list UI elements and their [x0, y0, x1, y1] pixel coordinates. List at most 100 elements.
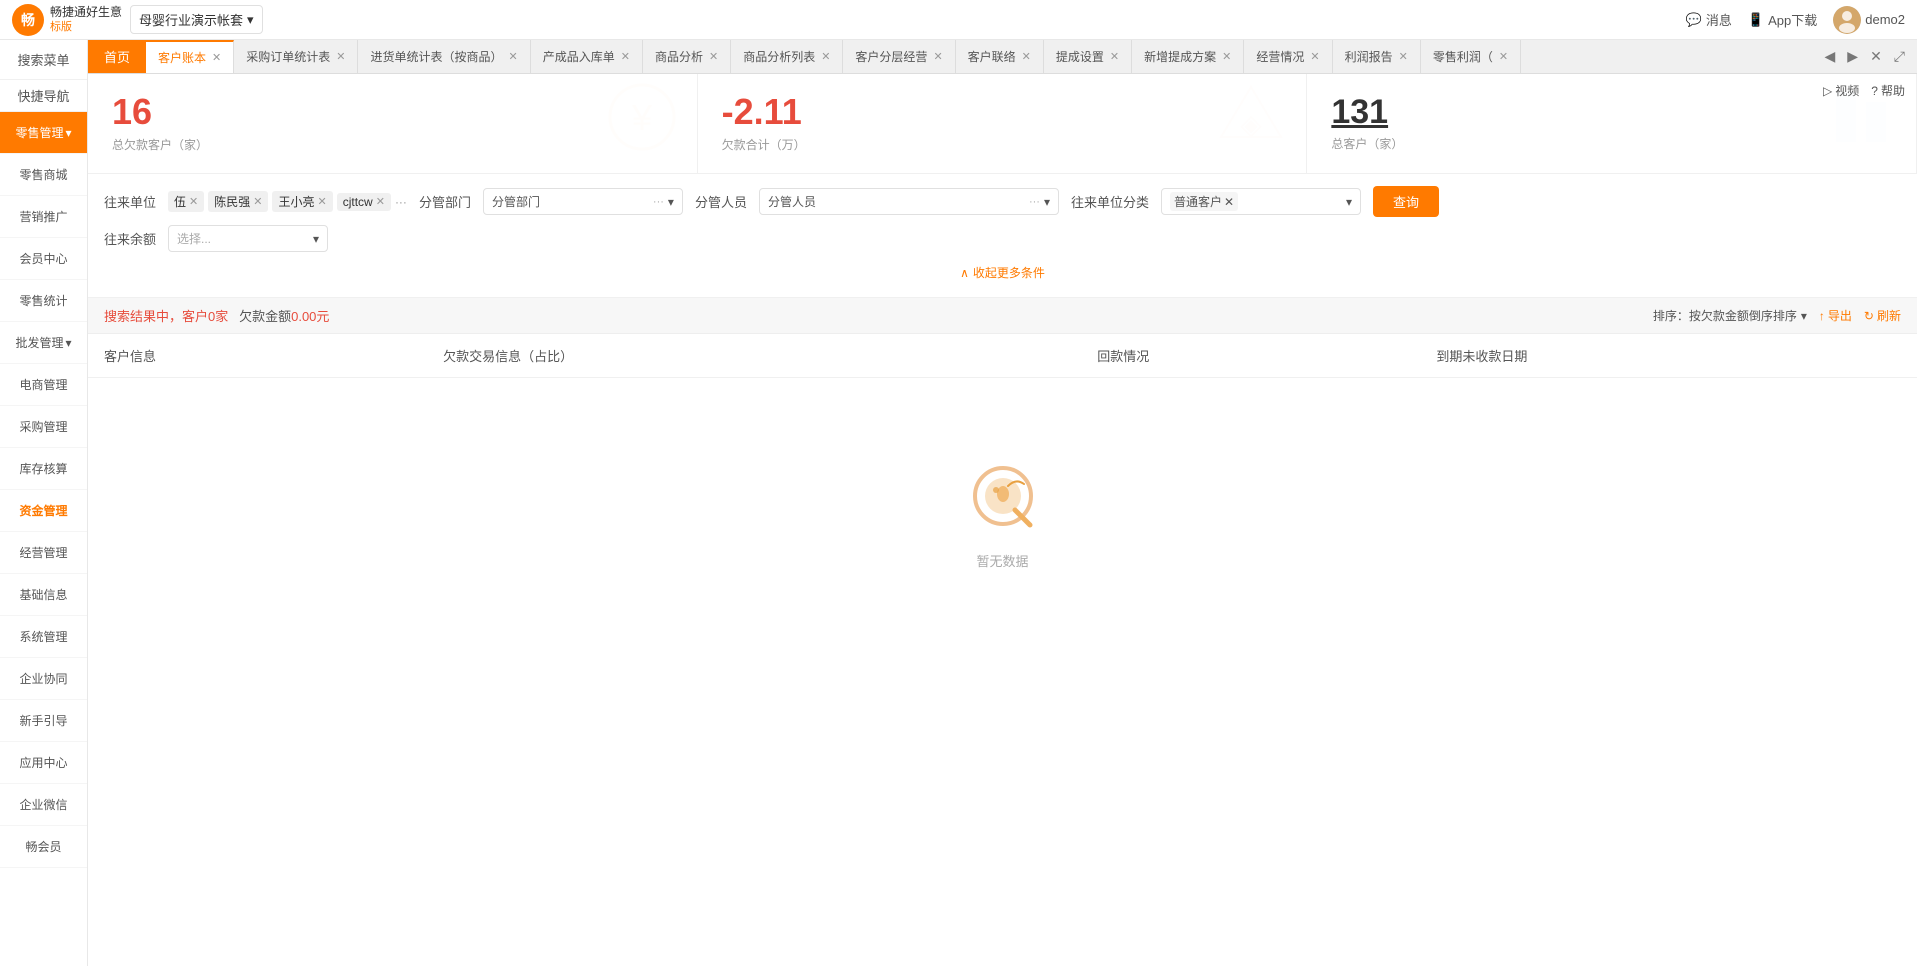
- unit-tag-chen: 陈民强 ✕: [208, 191, 268, 212]
- sidebar-search[interactable]: 搜索菜单: [0, 40, 87, 80]
- empty-state: 暂无数据: [88, 378, 1917, 650]
- tab-customer-tier[interactable]: 客户分层经营 ✕: [843, 40, 955, 73]
- tab-home[interactable]: 首页: [88, 40, 146, 73]
- tab-mention-settings[interactable]: 提成设置 ✕: [1044, 40, 1132, 73]
- tab-customer-contact[interactable]: 客户联络 ✕: [956, 40, 1044, 73]
- sidebar-item-system-mgmt[interactable]: 系统管理: [0, 616, 87, 658]
- chevron-up-icon: ∧: [960, 266, 969, 280]
- sidebar-item-basic-info[interactable]: 基础信息: [0, 574, 87, 616]
- sidebar-item-purchase-mgmt[interactable]: 采购管理: [0, 406, 87, 448]
- unit-tag-cjttcw: cjttcw ✕: [337, 193, 391, 211]
- app-download-button[interactable]: 📱 App下载: [1748, 10, 1817, 29]
- sidebar-item-enterprise-collab[interactable]: 企业协同: [0, 658, 87, 700]
- sidebar-item-ops-mgmt[interactable]: 经营管理: [0, 532, 87, 574]
- user-menu[interactable]: demo2: [1833, 6, 1905, 34]
- close-tab-goods-analysis-list[interactable]: ✕: [821, 50, 830, 63]
- close-tab-profit-report[interactable]: ✕: [1399, 50, 1408, 63]
- sidebar-item-wholesale-mgmt[interactable]: 批发管理▾: [0, 322, 87, 364]
- col-repayment: 回款情况: [1081, 334, 1420, 378]
- chevron-down-icon: ▾: [65, 336, 71, 350]
- stat-credit-customers-value: 16: [112, 94, 152, 130]
- person-filter-select[interactable]: 分管人员 ··· ▾: [759, 188, 1059, 215]
- sidebar-item-enterprise-wechat[interactable]: 企业微信: [0, 784, 87, 826]
- message-button[interactable]: 💬 消息: [1686, 10, 1732, 29]
- stat-credit-amount-value: -2.11: [722, 94, 802, 130]
- more-unit-tags[interactable]: ···: [395, 195, 407, 209]
- person-filter-label: 分管人员: [695, 192, 747, 211]
- tab-goods-analysis[interactable]: 商品分析 ✕: [643, 40, 731, 73]
- top-bar-right: 💬 消息 📱 App下载 demo2: [1686, 6, 1905, 34]
- empty-text: 暂无数据: [976, 551, 1028, 570]
- svg-text:◈: ◈: [1241, 109, 1263, 140]
- sidebar-item-retail-stats[interactable]: 零售统计: [0, 280, 87, 322]
- close-tab-goods-analysis[interactable]: ✕: [709, 50, 718, 63]
- remove-unit-chen[interactable]: ✕: [253, 195, 262, 208]
- sidebar-item-app-center[interactable]: 应用中心: [0, 742, 87, 784]
- sidebar-item-ecommerce-mgmt[interactable]: 电商管理: [0, 364, 87, 406]
- export-icon: ↑: [1819, 309, 1825, 323]
- tab-ops-situation[interactable]: 经营情况 ✕: [1244, 40, 1332, 73]
- tab-next-button[interactable]: ▶: [1843, 46, 1862, 67]
- close-tab-new-plan[interactable]: ✕: [1222, 50, 1231, 63]
- sidebar-quick-nav[interactable]: 快捷导航: [0, 80, 87, 112]
- close-tab-customer-tier[interactable]: ✕: [933, 50, 942, 63]
- stat-credit-customers: 16 总欠款客户（家） ¥: [88, 74, 698, 173]
- page-content: 16 总欠款客户（家） ¥ -2.11 欠款合计（万） ◈ 131 总客户（家）: [88, 74, 1917, 966]
- remove-unit-wang[interactable]: ✕: [318, 195, 327, 208]
- content-area: 首页 客户账本 ✕ 采购订单统计表 ✕ 进货单统计表（按商品） ✕ 产成品入库单…: [88, 40, 1917, 966]
- tab-close-all-button[interactable]: ✕: [1866, 46, 1886, 67]
- sidebar-item-finance-mgmt[interactable]: 资金管理: [0, 490, 87, 532]
- sidebar-item-retail-mgmt[interactable]: 零售管理▾: [0, 112, 87, 154]
- tab-retail-profit[interactable]: 零售利润（ ✕: [1421, 40, 1521, 73]
- balance-filter-label: 往来余额: [104, 229, 156, 248]
- close-tab-ops-situation[interactable]: ✕: [1310, 50, 1319, 63]
- close-tab-product-entry[interactable]: ✕: [621, 50, 630, 63]
- tab-new-plan[interactable]: 新增提成方案 ✕: [1132, 40, 1244, 73]
- remove-unit-wu[interactable]: ✕: [189, 195, 198, 208]
- help-link[interactable]: ? 帮助: [1871, 82, 1905, 99]
- help-icon: ?: [1871, 84, 1878, 98]
- tab-purchase-order[interactable]: 采购订单统计表 ✕: [234, 40, 358, 73]
- balance-filter-select[interactable]: 选择... ▾: [168, 225, 328, 252]
- logo-icon: 畅: [12, 4, 44, 36]
- chevron-down-icon: ▾: [247, 12, 254, 28]
- filter-area: 往来单位 伍 ✕ 陈民强 ✕ 王小亮 ✕: [88, 174, 1917, 298]
- sort-selector[interactable]: 排序：按欠款金额倒序排序 ▾: [1653, 307, 1807, 324]
- dept-filter-label: 分管部门: [419, 192, 471, 211]
- unit-type-filter-select[interactable]: 普通客户 ✕ ▾: [1161, 188, 1361, 215]
- stat-total-customers-label: 总客户（家）: [1331, 135, 1403, 152]
- sidebar-item-member-center[interactable]: 会员中心: [0, 238, 87, 280]
- tab-goods-analysis-list[interactable]: 商品分析列表 ✕: [731, 40, 843, 73]
- logo-text: 畅捷通好生意 标版: [50, 5, 122, 35]
- dept-filter-select[interactable]: 分管部门 ··· ▾: [483, 188, 683, 215]
- tab-customer-book[interactable]: 客户账本 ✕: [146, 40, 234, 73]
- store-selector[interactable]: 母婴行业演示帐套 ▾: [130, 5, 263, 34]
- message-icon: 💬: [1686, 12, 1702, 28]
- tab-product-entry[interactable]: 产成品入库单 ✕: [531, 40, 643, 73]
- sidebar-item-member[interactable]: 畅会员: [0, 826, 87, 868]
- sidebar-item-marketing[interactable]: 营销推广: [0, 196, 87, 238]
- close-tab-customer-contact[interactable]: ✕: [1022, 50, 1031, 63]
- sidebar-item-inventory[interactable]: 库存核算: [0, 448, 87, 490]
- unit-tag-container: 伍 ✕ 陈民强 ✕ 王小亮 ✕ cjttcw ✕: [168, 191, 407, 212]
- export-button[interactable]: ↑ 导出: [1819, 307, 1852, 324]
- close-tab-customer-book[interactable]: ✕: [212, 51, 221, 64]
- close-tab-incoming-stats[interactable]: ✕: [509, 50, 518, 63]
- tab-profit-report[interactable]: 利润报告 ✕: [1333, 40, 1421, 73]
- close-tab-mention-settings[interactable]: ✕: [1110, 50, 1119, 63]
- query-button[interactable]: 查询: [1373, 186, 1439, 217]
- collapse-filters-button[interactable]: ∧ 收起更多条件: [960, 260, 1045, 285]
- video-link[interactable]: ▷ 视频: [1823, 82, 1859, 99]
- refresh-button[interactable]: ↻ 刷新: [1864, 307, 1901, 324]
- tab-maximize-button[interactable]: ⤢: [1890, 46, 1909, 67]
- close-tab-purchase-order[interactable]: ✕: [336, 50, 345, 63]
- sidebar-item-new-guide[interactable]: 新手引导: [0, 700, 87, 742]
- play-icon: ▷: [1823, 84, 1832, 98]
- sidebar-item-retail-mall[interactable]: 零售商城: [0, 154, 87, 196]
- tab-prev-button[interactable]: ◀: [1821, 46, 1840, 67]
- remove-unit-cjttcw[interactable]: ✕: [376, 195, 385, 208]
- remove-unit-type-normal[interactable]: ✕: [1224, 195, 1234, 209]
- tab-incoming-stats[interactable]: 进货单统计表（按商品） ✕: [358, 40, 530, 73]
- close-tab-retail-profit[interactable]: ✕: [1499, 50, 1508, 63]
- logo-area: 畅 畅捷通好生意 标版: [12, 4, 122, 36]
